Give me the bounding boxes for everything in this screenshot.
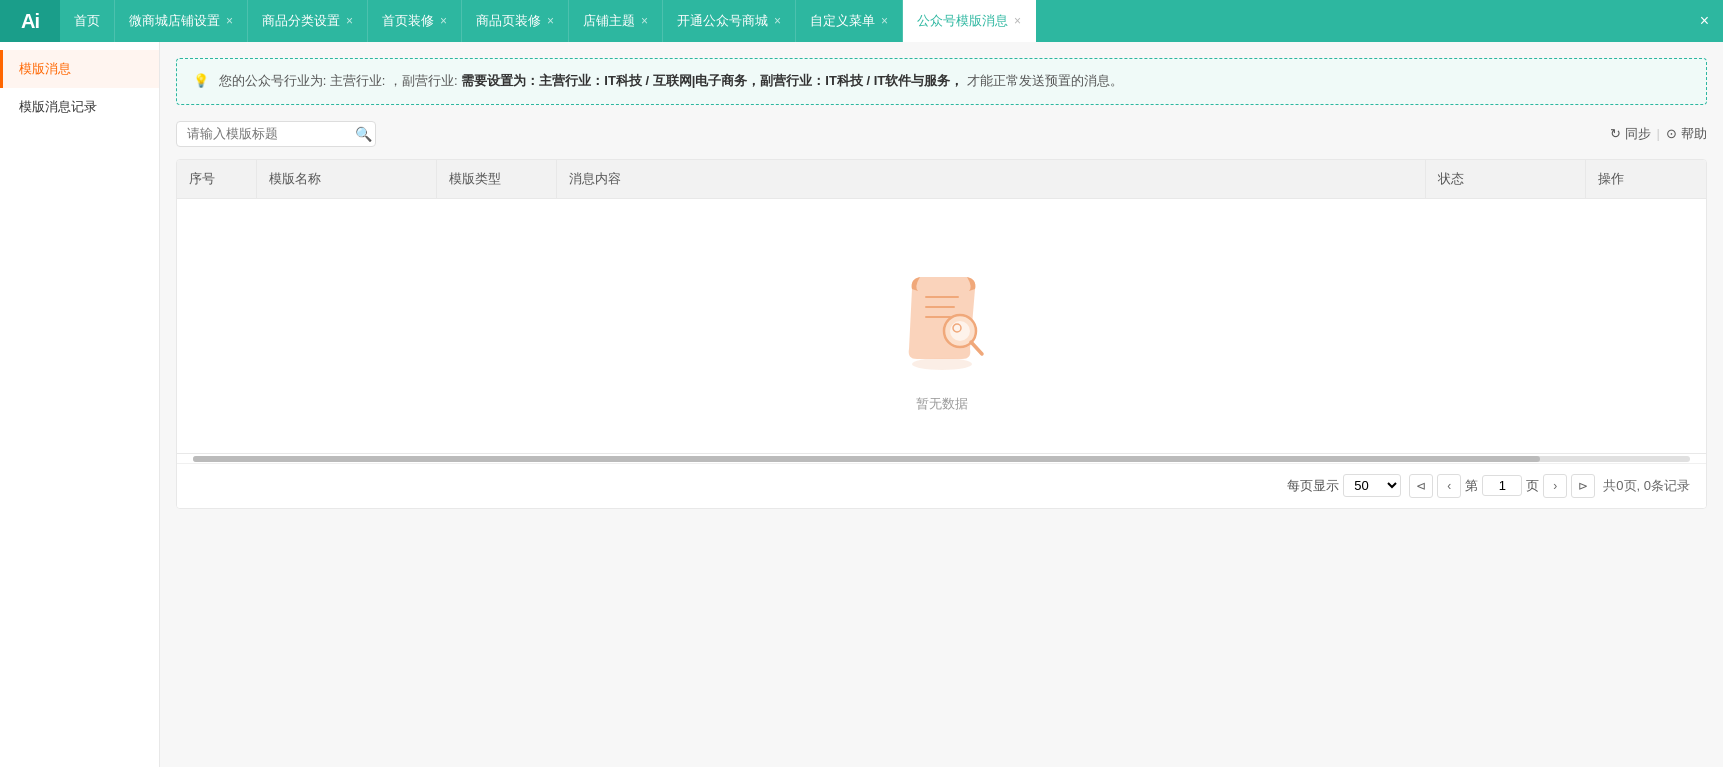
page-last-button[interactable]: ⊳ <box>1571 474 1595 498</box>
nav-tab-home-decoration[interactable]: 首页装修× <box>368 0 462 42</box>
nav-tab-store-settings[interactable]: 微商城店铺设置× <box>115 0 248 42</box>
col-header-actions: 操作 <box>1586 160 1706 198</box>
nav-tab-close-store-settings[interactable]: × <box>226 14 233 28</box>
search-input[interactable] <box>187 126 355 141</box>
col-header-type: 模版类型 <box>437 160 557 198</box>
search-wrapper: 🔍 <box>176 121 376 147</box>
page-nav: ⊲ ‹ 第 页 › ⊳ <box>1409 474 1595 498</box>
nav-tab-custom-menu[interactable]: 自定义菜单× <box>796 0 903 42</box>
help-button[interactable]: ⊙ 帮助 <box>1666 125 1707 143</box>
sync-icon: ↻ <box>1610 126 1621 141</box>
sidebar-item-template-log[interactable]: 模版消息记录 <box>0 88 159 126</box>
nav-tab-close-custom-menu[interactable]: × <box>881 14 888 28</box>
empty-icon <box>882 259 1002 379</box>
notice-prefix: 您的公众号行业为: 主营行业: ，副营行业: <box>219 73 458 88</box>
notice-suffix: 才能正常发送预置的消息。 <box>967 73 1123 88</box>
page-size-label: 每页显示 <box>1287 477 1339 495</box>
col-header-index: 序号 <box>177 160 257 198</box>
nav-tab-close-home-decoration[interactable]: × <box>440 14 447 28</box>
nav-tab-store-theme[interactable]: 店铺主题× <box>569 0 663 42</box>
close-all-button[interactable]: × <box>1686 0 1723 42</box>
page-input[interactable] <box>1482 475 1522 496</box>
help-label: 帮助 <box>1681 125 1707 143</box>
col-header-name: 模版名称 <box>257 160 437 198</box>
empty-state: 暂无数据 <box>177 199 1706 453</box>
total-info: 共0页, 0条记录 <box>1603 477 1690 495</box>
nav-tab-open-mall[interactable]: 开通公众号商城× <box>663 0 796 42</box>
nav-tab-template-message[interactable]: 公众号模版消息× <box>903 0 1036 42</box>
notice-icon: 💡 <box>193 73 209 88</box>
sidebar: 模版消息模版消息记录 <box>0 42 160 767</box>
nav-tab-close-product-decoration[interactable]: × <box>547 14 554 28</box>
page-prev-button[interactable]: ‹ <box>1437 474 1461 498</box>
page-size-dropdown[interactable]: 50 20 100 <box>1343 474 1401 497</box>
sync-label: 同步 <box>1625 125 1651 143</box>
empty-text: 暂无数据 <box>916 395 968 413</box>
layout: 模版消息模版消息记录 💡 您的公众号行业为: 主营行业: ，副营行业: 需要设置… <box>0 42 1723 767</box>
toolbar-right: ↻ 同步 | ⊙ 帮助 <box>1610 125 1707 143</box>
sidebar-item-template-msg[interactable]: 模版消息 <box>0 50 159 88</box>
page-next-button[interactable]: › <box>1543 474 1567 498</box>
top-nav: Ai 首页微商城店铺设置×商品分类设置×首页装修×商品页装修×店铺主题×开通公众… <box>0 0 1723 42</box>
notice-highlight: 需要设置为：主营行业：IT科技 / 互联网|电子商务，副营行业：IT科技 / I… <box>461 73 963 88</box>
nav-tab-category-settings[interactable]: 商品分类设置× <box>248 0 368 42</box>
col-header-content: 消息内容 <box>557 160 1426 198</box>
scrollbar-area[interactable] <box>177 453 1706 463</box>
search-icon[interactable]: 🔍 <box>355 126 372 142</box>
scrollbar-thumb <box>193 456 1540 462</box>
app-brand: Ai <box>0 0 60 42</box>
divider: | <box>1657 126 1660 141</box>
col-header-status: 状态 <box>1426 160 1586 198</box>
main-content: 💡 您的公众号行业为: 主营行业: ，副营行业: 需要设置为：主营行业：IT科技… <box>160 42 1723 767</box>
nav-tab-product-decoration[interactable]: 商品页装修× <box>462 0 569 42</box>
scrollbar-track <box>193 456 1690 462</box>
page-first-button[interactable]: ⊲ <box>1409 474 1433 498</box>
page-size-select: 每页显示 50 20 100 <box>1287 474 1401 497</box>
svg-point-0 <box>912 358 972 370</box>
page-label-pre: 第 <box>1465 477 1478 495</box>
page-label-post: 页 <box>1526 477 1539 495</box>
nav-tab-home[interactable]: 首页 <box>60 0 115 42</box>
nav-tab-close-store-theme[interactable]: × <box>641 14 648 28</box>
pagination: 每页显示 50 20 100 ⊲ ‹ 第 页 › ⊳ 共0页, 0条记录 <box>177 463 1706 508</box>
data-table: 序号模版名称模版类型消息内容状态操作 <box>176 159 1707 509</box>
svg-line-6 <box>971 342 982 354</box>
help-icon: ⊙ <box>1666 126 1677 141</box>
nav-tab-close-category-settings[interactable]: × <box>346 14 353 28</box>
search-bar: 🔍 ↻ 同步 | ⊙ 帮助 <box>176 121 1707 147</box>
sync-button[interactable]: ↻ 同步 <box>1610 125 1651 143</box>
notice-box: 💡 您的公众号行业为: 主营行业: ，副营行业: 需要设置为：主营行业：IT科技… <box>176 58 1707 105</box>
nav-tab-close-template-message[interactable]: × <box>1014 14 1021 28</box>
nav-tab-close-open-mall[interactable]: × <box>774 14 781 28</box>
table-header: 序号模版名称模版类型消息内容状态操作 <box>177 160 1706 199</box>
